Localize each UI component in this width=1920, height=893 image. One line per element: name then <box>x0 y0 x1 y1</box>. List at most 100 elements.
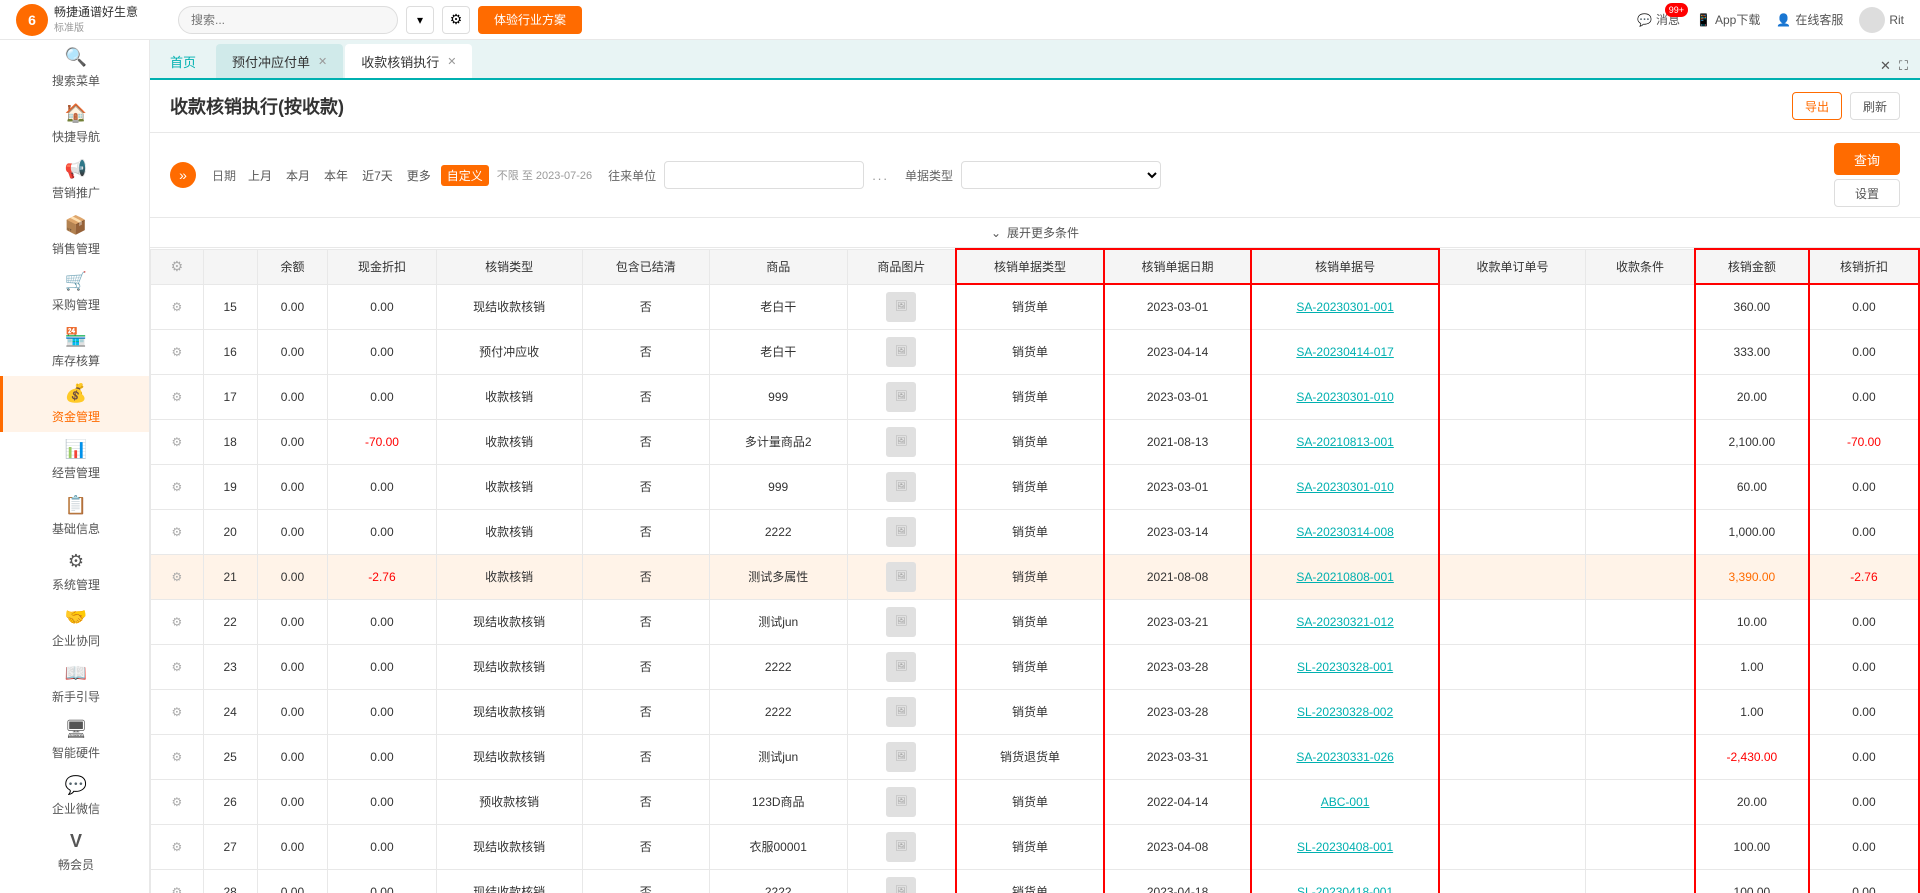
export-button[interactable]: 导出 <box>1792 92 1842 120</box>
sidebar-item-finance[interactable]: 💰 资金管理 <box>0 376 149 432</box>
table-row[interactable]: ⚙ 26 0.00 0.00 预收款核销 否 123D商品 🖼 销货单 2022… <box>151 779 1920 824</box>
table-row[interactable]: ⚙ 19 0.00 0.00 收款核销 否 999 🖼 销货单 2023-03-… <box>151 464 1920 509</box>
cell-doc-no[interactable]: SL-20230328-001 <box>1251 644 1438 689</box>
doc-no-link[interactable]: SA-20230301-010 <box>1296 480 1393 494</box>
settings-button[interactable]: ⚙ <box>442 6 470 34</box>
industry-button[interactable]: 体验行业方案 <box>478 6 582 34</box>
cell-doc-no[interactable]: SL-20230328-002 <box>1251 689 1438 734</box>
tab-prepay-close[interactable]: ✕ <box>318 55 327 68</box>
sidebar-item-inventory[interactable]: 🏪 库存核算 <box>0 320 149 376</box>
sidebar-item-basic[interactable]: 📋 基础信息 <box>0 488 149 544</box>
cell-doc-no[interactable]: SA-20230301-010 <box>1251 374 1438 419</box>
filter-counterparty-input[interactable] <box>664 161 864 189</box>
filter-date-more[interactable]: 更多 <box>403 165 435 186</box>
table-row[interactable]: ⚙ 21 0.00 -2.76 收款核销 否 测试多属性 🖼 销货单 2021-… <box>151 554 1920 599</box>
tab-maximize[interactable]: ⛶ <box>1899 58 1908 74</box>
product-image: 🖼 <box>886 877 916 893</box>
sidebar-item-sales[interactable]: 📦 销售管理 <box>0 208 149 264</box>
col-gear[interactable]: ⚙ <box>151 249 204 284</box>
sidebar-item-member[interactable]: V 畅会员 <box>0 824 149 880</box>
cell-doc-type: 销货单 <box>956 509 1104 554</box>
doc-no-link[interactable]: SA-20230301-010 <box>1296 390 1393 404</box>
sidebar-item-wechat[interactable]: 💬 企业微信 <box>0 768 149 824</box>
cell-doc-no[interactable]: SA-20230314-008 <box>1251 509 1438 554</box>
cell-doc-no[interactable]: SL-20230418-001 <box>1251 869 1438 893</box>
logo-icon: 6 <box>16 4 48 36</box>
setting-button[interactable]: 设置 <box>1834 179 1900 207</box>
cell-doc-no[interactable]: SL-20230408-001 <box>1251 824 1438 869</box>
table-row[interactable]: ⚙ 22 0.00 0.00 现结收款核销 否 测试jun 🖼 销货单 2023… <box>151 599 1920 644</box>
cell-doc-no[interactable]: ABC-001 <box>1251 779 1438 824</box>
messages-button[interactable]: 💬 消息 99+ <box>1637 11 1680 28</box>
cell-doc-no[interactable]: SA-20230301-010 <box>1251 464 1438 509</box>
cell-doc-no[interactable]: SA-20210808-001 <box>1251 554 1438 599</box>
table-row[interactable]: ⚙ 24 0.00 0.00 现结收款核销 否 2222 🖼 销货单 2023-… <box>151 689 1920 734</box>
doc-no-link[interactable]: SA-20210813-001 <box>1296 435 1393 449</box>
sidebar-item-marketing[interactable]: 📢 营销推广 <box>0 152 149 208</box>
table-row[interactable]: ⚙ 25 0.00 0.00 现结收款核销 否 测试jun 🖼 销货退货单 20… <box>151 734 1920 779</box>
filter-date-lastmonth[interactable]: 上月 <box>244 165 276 186</box>
sidebar-item-collab[interactable]: 🤝 企业协同 <box>0 600 149 656</box>
refresh-button[interactable]: 刷新 <box>1850 92 1900 120</box>
table-row[interactable]: ⚙ 17 0.00 0.00 收款核销 否 999 🖼 销货单 2023-03-… <box>151 374 1920 419</box>
table-row[interactable]: ⚙ 15 0.00 0.00 现结收款核销 否 老白干 🖼 销货单 2023-0… <box>151 284 1920 329</box>
tab-home[interactable]: 首页 <box>162 44 204 78</box>
expand-conditions-bar[interactable]: ⌄ 展开更多条件 <box>150 218 1920 248</box>
app-download-button[interactable]: 📱 App下载 <box>1696 11 1760 28</box>
table-row[interactable]: ⚙ 18 0.00 -70.00 收款核销 否 多计量商品2 🖼 销货单 202… <box>151 419 1920 464</box>
sidebar-item-purchase[interactable]: 🛒 采购管理 <box>0 264 149 320</box>
sidebar-item-system[interactable]: ⚙ 系统管理 <box>0 544 149 600</box>
doc-no-link[interactable]: SA-20230414-017 <box>1296 345 1393 359</box>
doc-no-link[interactable]: SA-20230331-026 <box>1296 750 1393 764</box>
tab-receipt[interactable]: 收款核销执行 ✕ <box>345 44 472 78</box>
doc-no-link[interactable]: SA-20230314-008 <box>1296 525 1393 539</box>
sidebar-label-purchase: 采购管理 <box>52 296 100 313</box>
table-row[interactable]: ⚙ 27 0.00 0.00 现结收款核销 否 衣服00001 🖼 销货单 20… <box>151 824 1920 869</box>
online-service-button[interactable]: 👤 在线客服 <box>1776 11 1843 28</box>
dropdown-button[interactable]: ▾ <box>406 6 434 34</box>
cell-product-img: 🖼 <box>847 284 956 329</box>
cell-gear: ⚙ <box>151 689 204 734</box>
table-row[interactable]: ⚙ 23 0.00 0.00 现结收款核销 否 2222 🖼 销货单 2023-… <box>151 644 1920 689</box>
cell-doc-no[interactable]: SA-20230301-001 <box>1251 284 1438 329</box>
cell-doc-no[interactable]: SA-20230321-012 <box>1251 599 1438 644</box>
filter-toggle-button[interactable]: » <box>170 162 196 188</box>
doc-no-link[interactable]: SA-20230321-012 <box>1296 615 1393 629</box>
query-button[interactable]: 查询 <box>1834 143 1900 175</box>
cell-type: 现结收款核销 <box>436 869 582 893</box>
cell-discount: 0.00 <box>1809 779 1919 824</box>
tab-receipt-close[interactable]: ✕ <box>447 55 456 68</box>
cell-doc-no[interactable]: SA-20230414-017 <box>1251 329 1438 374</box>
cell-doc-no[interactable]: SA-20230331-026 <box>1251 734 1438 779</box>
doc-no-link[interactable]: SL-20230328-002 <box>1297 705 1393 719</box>
filter-date-custom[interactable]: 自定义 <box>441 165 489 186</box>
table-row[interactable]: ⚙ 16 0.00 0.00 预付冲应收 否 老白干 🖼 销货单 2023-04… <box>151 329 1920 374</box>
table-row[interactable]: ⚙ 28 0.00 0.00 现结收款核销 否 2222 🖼 销货单 2023-… <box>151 869 1920 893</box>
cell-receipt-condition <box>1586 599 1695 644</box>
sidebar-item-guide[interactable]: 📖 新手引导 <box>0 656 149 712</box>
top-search-input[interactable] <box>178 6 398 34</box>
sidebar-item-operations[interactable]: 📊 经营管理 <box>0 432 149 488</box>
table-row[interactable]: ⚙ 20 0.00 0.00 收款核销 否 2222 🖼 销货单 2023-03… <box>151 509 1920 554</box>
doc-no-link[interactable]: SL-20230418-001 <box>1297 885 1393 893</box>
cell-discount: -70.00 <box>1809 419 1919 464</box>
filter-date-7days[interactable]: 近7天 <box>358 165 397 186</box>
filter-receipt-type-group: 单据类型 <box>905 161 1161 189</box>
filter-date-thisyear[interactable]: 本年 <box>320 165 352 186</box>
doc-no-link[interactable]: ABC-001 <box>1321 795 1370 809</box>
sidebar-item-hardware[interactable]: 🖥 智能硬件 <box>0 712 149 768</box>
cell-receipt-order-no <box>1439 689 1586 734</box>
sidebar-item-quicknav[interactable]: 🏠 快捷导航 <box>0 96 149 152</box>
doc-no-link[interactable]: SA-20210808-001 <box>1296 570 1393 584</box>
sidebar-item-search[interactable]: 🔍 搜索菜单 <box>0 40 149 96</box>
filter-date-thismonth[interactable]: 本月 <box>282 165 314 186</box>
user-profile[interactable]: Rit <box>1859 7 1904 33</box>
row-gear-icon: ⚙ <box>171 480 182 494</box>
doc-no-link[interactable]: SL-20230328-001 <box>1297 660 1393 674</box>
doc-no-link[interactable]: SA-20230301-001 <box>1296 300 1393 314</box>
tab-close-all[interactable]: ✕ <box>1880 58 1891 74</box>
cell-doc-no[interactable]: SA-20210813-001 <box>1251 419 1438 464</box>
tab-prepay[interactable]: 预付冲应付单 ✕ <box>216 44 343 78</box>
filter-receipt-type-select[interactable] <box>961 161 1161 189</box>
doc-no-link[interactable]: SL-20230408-001 <box>1297 840 1393 854</box>
